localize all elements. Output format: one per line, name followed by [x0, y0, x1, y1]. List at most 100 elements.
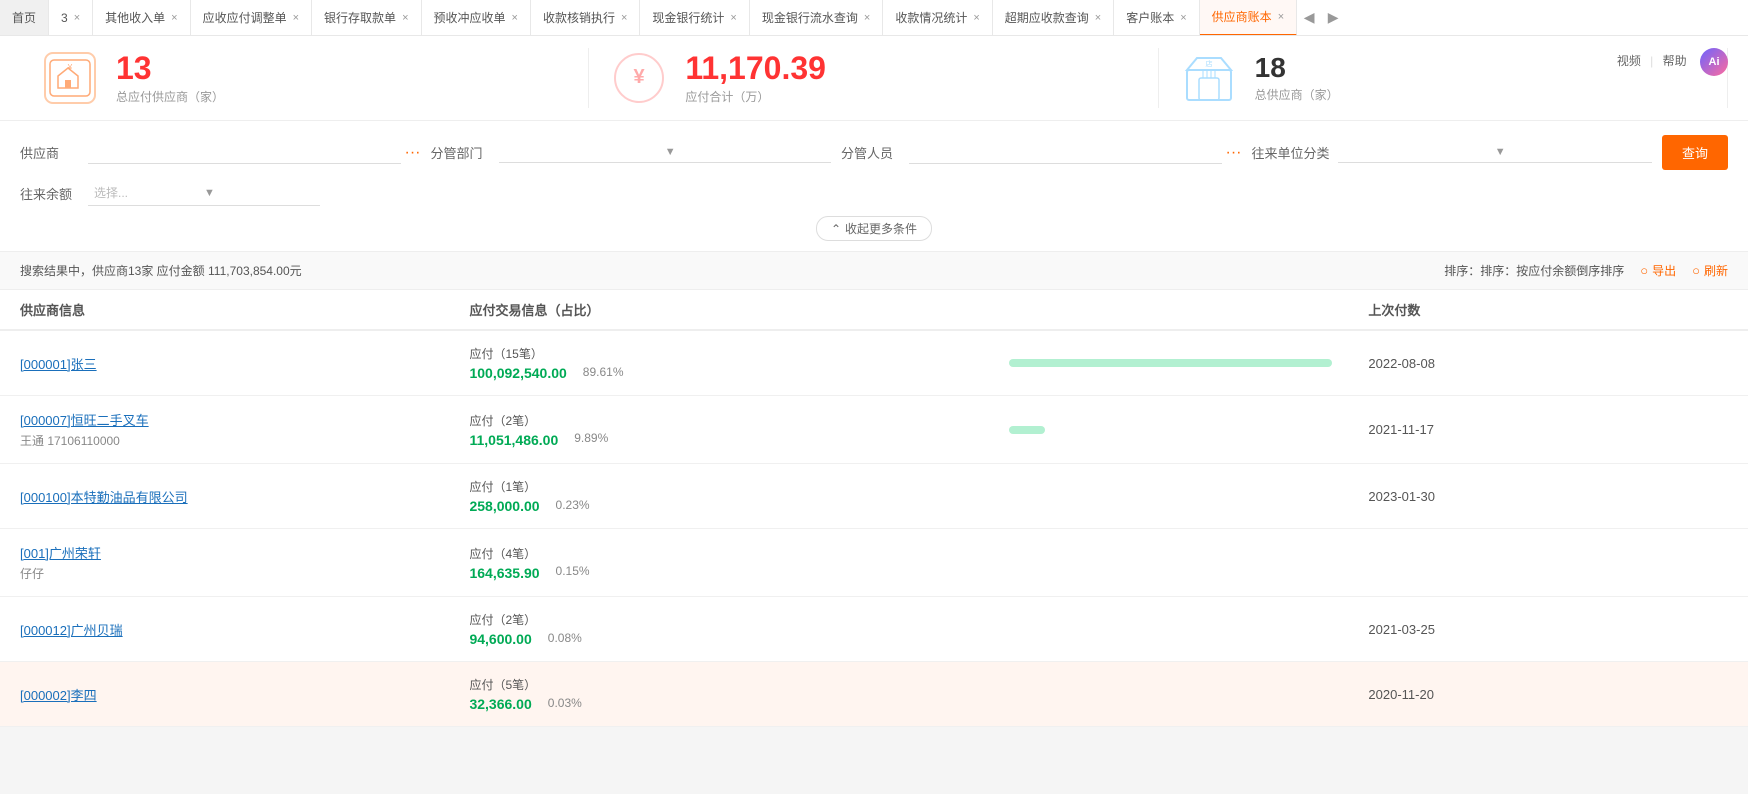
transaction-amount[interactable]: 258,000.00	[469, 498, 539, 514]
results-summary: 搜索结果中，供应商13家 应付金额 111,703,854.00元	[20, 262, 302, 279]
person-dots-icon[interactable]: ···	[1226, 144, 1242, 162]
nav-prev-arrow[interactable]: ◀	[1297, 0, 1321, 36]
transaction-amount[interactable]: 164,635.90	[469, 565, 539, 581]
category-filter-label: 往来单位分类	[1252, 143, 1330, 162]
transaction-cell: 应付（5笔） 32,366.00 0.03%	[469, 676, 1008, 712]
supplier-icon: ¥	[40, 48, 100, 108]
stats-header: ¥ 13 总应付供应商（家） ¥ 11,170.39 应付合计（万）	[0, 36, 1748, 121]
total-payable-suppliers-number: 13	[116, 52, 224, 84]
nav-tab-overdue[interactable]: 超期应收款查询 ×	[993, 0, 1114, 36]
dept-select[interactable]: ▼	[499, 142, 832, 163]
balance-select[interactable]: 选择... ▼	[88, 180, 320, 206]
supplier-link[interactable]: [000002]李四	[20, 685, 469, 704]
query-button[interactable]: 查询	[1662, 135, 1728, 170]
transaction-cell: 应付（1笔） 258,000.00 0.23%	[469, 478, 1008, 514]
refresh-icon: ○	[1692, 263, 1700, 278]
transaction-amount[interactable]: 100,092,540.00	[469, 365, 566, 381]
svg-text:店: 店	[1205, 59, 1212, 68]
supplier-cell: [000012]广州贝瑞	[20, 620, 469, 639]
transaction-cell: 应付（2笔） 94,600.00 0.08%	[469, 611, 1008, 647]
transaction-cell: 应付（15笔） 100,092,540.00 89.61%	[469, 345, 1008, 381]
total-payable-amount-number: 11,170.39	[685, 52, 826, 84]
chevron-down-icon: ▼	[665, 146, 825, 158]
header-supplier: 供应商信息	[20, 300, 469, 319]
close-icon[interactable]: ×	[1180, 12, 1186, 24]
total-payable-amount-label: 应付合计（万）	[685, 88, 826, 105]
supplier-cell: [000100]本特勤油品有限公司	[20, 487, 469, 506]
chevron-down-icon: ▼	[1495, 146, 1646, 158]
nav-tab-cash-stats[interactable]: 现金银行统计 ×	[640, 0, 749, 36]
nav-tab-supplier-ledger[interactable]: 供应商账本 ×	[1200, 0, 1297, 36]
close-icon[interactable]: ×	[512, 12, 518, 24]
person-input[interactable]	[909, 141, 1222, 164]
nav-tab-prepay[interactable]: 预收冲应收单 ×	[422, 0, 531, 36]
supplier-link[interactable]: [000007]恒旺二手叉车	[20, 410, 469, 429]
supplier-link[interactable]: [000100]本特勤油品有限公司	[20, 487, 469, 506]
table-row: [000007]恒旺二手叉车 王通 17106110000 应付（2笔） 11,…	[0, 396, 1748, 464]
table-body: [000001]张三 应付（15笔） 100,092,540.00 89.61%…	[0, 331, 1748, 727]
supplier-link[interactable]: [000012]广州贝瑞	[20, 620, 469, 639]
nav-tab-other-income[interactable]: 其他收入单 ×	[93, 0, 190, 36]
transaction-percent: 0.23%	[556, 498, 590, 512]
ai-badge[interactable]: Ai	[1700, 48, 1728, 76]
refresh-button[interactable]: ○ 刷新	[1692, 262, 1728, 279]
close-icon[interactable]: ×	[74, 12, 80, 24]
close-icon[interactable]: ×	[1095, 12, 1101, 24]
nav-tab-customer-ledger[interactable]: 客户账本 ×	[1114, 0, 1199, 36]
transaction-amount[interactable]: 32,366.00	[469, 696, 531, 712]
transaction-amount[interactable]: 11,051,486.00	[469, 432, 558, 448]
lastpay-cell: 2021-11-17	[1368, 422, 1728, 437]
filter-person: 分管人员 ···	[841, 141, 1242, 164]
export-button[interactable]: ○ 导出	[1640, 262, 1676, 279]
close-icon[interactable]: ×	[864, 12, 870, 24]
nav-tab-receipt-stats[interactable]: 收款情况统计 ×	[883, 0, 992, 36]
lastpay-cell: 2023-01-30	[1368, 489, 1728, 504]
close-icon[interactable]: ×	[171, 12, 177, 24]
nav-tab-collection[interactable]: 收款核销执行 ×	[531, 0, 640, 36]
nav-tab-bank-deposit[interactable]: 银行存取款单 ×	[312, 0, 421, 36]
close-icon[interactable]: ×	[402, 12, 408, 24]
stat-block-amount: ¥ 11,170.39 应付合计（万）	[589, 48, 1158, 108]
transaction-percent: 0.03%	[548, 696, 582, 710]
supplier-dots-icon[interactable]: ···	[405, 144, 421, 162]
results-actions: 排序：排序：按应付余额倒序排序 ○ 导出 ○ 刷新	[1444, 262, 1728, 279]
nav-tab-3[interactable]: 3 ×	[49, 0, 93, 36]
help-link[interactable]: 帮助	[1663, 54, 1687, 68]
transaction-label: 应付（1笔）	[469, 478, 1008, 495]
export-icon: ○	[1640, 263, 1648, 278]
nav-tab-cash-flow[interactable]: 现金银行流水查询 ×	[750, 0, 883, 36]
collapse-button[interactable]: ⌃ 收起更多条件	[816, 216, 932, 241]
transaction-label: 应付（2笔）	[469, 611, 1008, 628]
supplier-cell: [000002]李四	[20, 685, 469, 704]
stat-content-total: 18 总供应商（家）	[1255, 54, 1339, 103]
close-icon[interactable]: ×	[973, 12, 979, 24]
header-lastpay: 上次付数	[1368, 300, 1728, 319]
supplier-cell: [000007]恒旺二手叉车 王通 17106110000	[20, 410, 469, 449]
supplier-cell: [001]广州荣轩 仔仔	[20, 543, 469, 582]
supplier-link[interactable]: [001]广州荣轩	[20, 543, 469, 562]
close-icon[interactable]: ×	[293, 12, 299, 24]
table-row: [000012]广州贝瑞 应付（2笔） 94,600.00 0.08% 2021…	[0, 597, 1748, 662]
nav-next-arrow[interactable]: ▶	[1321, 0, 1345, 36]
transaction-amount[interactable]: 94,600.00	[469, 631, 531, 647]
table-row: [000002]李四 应付（5笔） 32,366.00 0.03% 2020-1…	[0, 662, 1748, 727]
category-select[interactable]: ▼	[1338, 142, 1652, 163]
transaction-percent: 9.89%	[574, 431, 608, 445]
supplier-input[interactable]	[88, 141, 401, 164]
filter-section: 供应商 ··· 分管部门 ▼ 分管人员 ··· 往来单位分类 ▼	[0, 121, 1748, 252]
bar-cell	[1009, 359, 1369, 367]
supplier-link[interactable]: [000001]张三	[20, 354, 469, 373]
close-icon[interactable]: ×	[730, 12, 736, 24]
nav-tab-adjustment[interactable]: 应收应付调整单 ×	[191, 0, 312, 36]
nav-tab-home[interactable]: 首页	[0, 0, 49, 36]
table-row: [000001]张三 应付（15笔） 100,092,540.00 89.61%…	[0, 331, 1748, 396]
close-icon[interactable]: ×	[621, 12, 627, 24]
transaction-label: 应付（5笔）	[469, 676, 1008, 693]
transaction-cell: 应付（2笔） 11,051,486.00 9.89%	[469, 412, 1008, 448]
close-icon[interactable]: ×	[1278, 11, 1284, 23]
table-header: 供应商信息 应付交易信息（占比） 上次付数	[0, 290, 1748, 331]
amount-icon: ¥	[609, 48, 669, 108]
video-link[interactable]: 视频	[1617, 54, 1641, 68]
filter-balance: 往来余额 选择... ▼	[20, 180, 320, 206]
person-filter-label: 分管人员	[841, 143, 901, 162]
